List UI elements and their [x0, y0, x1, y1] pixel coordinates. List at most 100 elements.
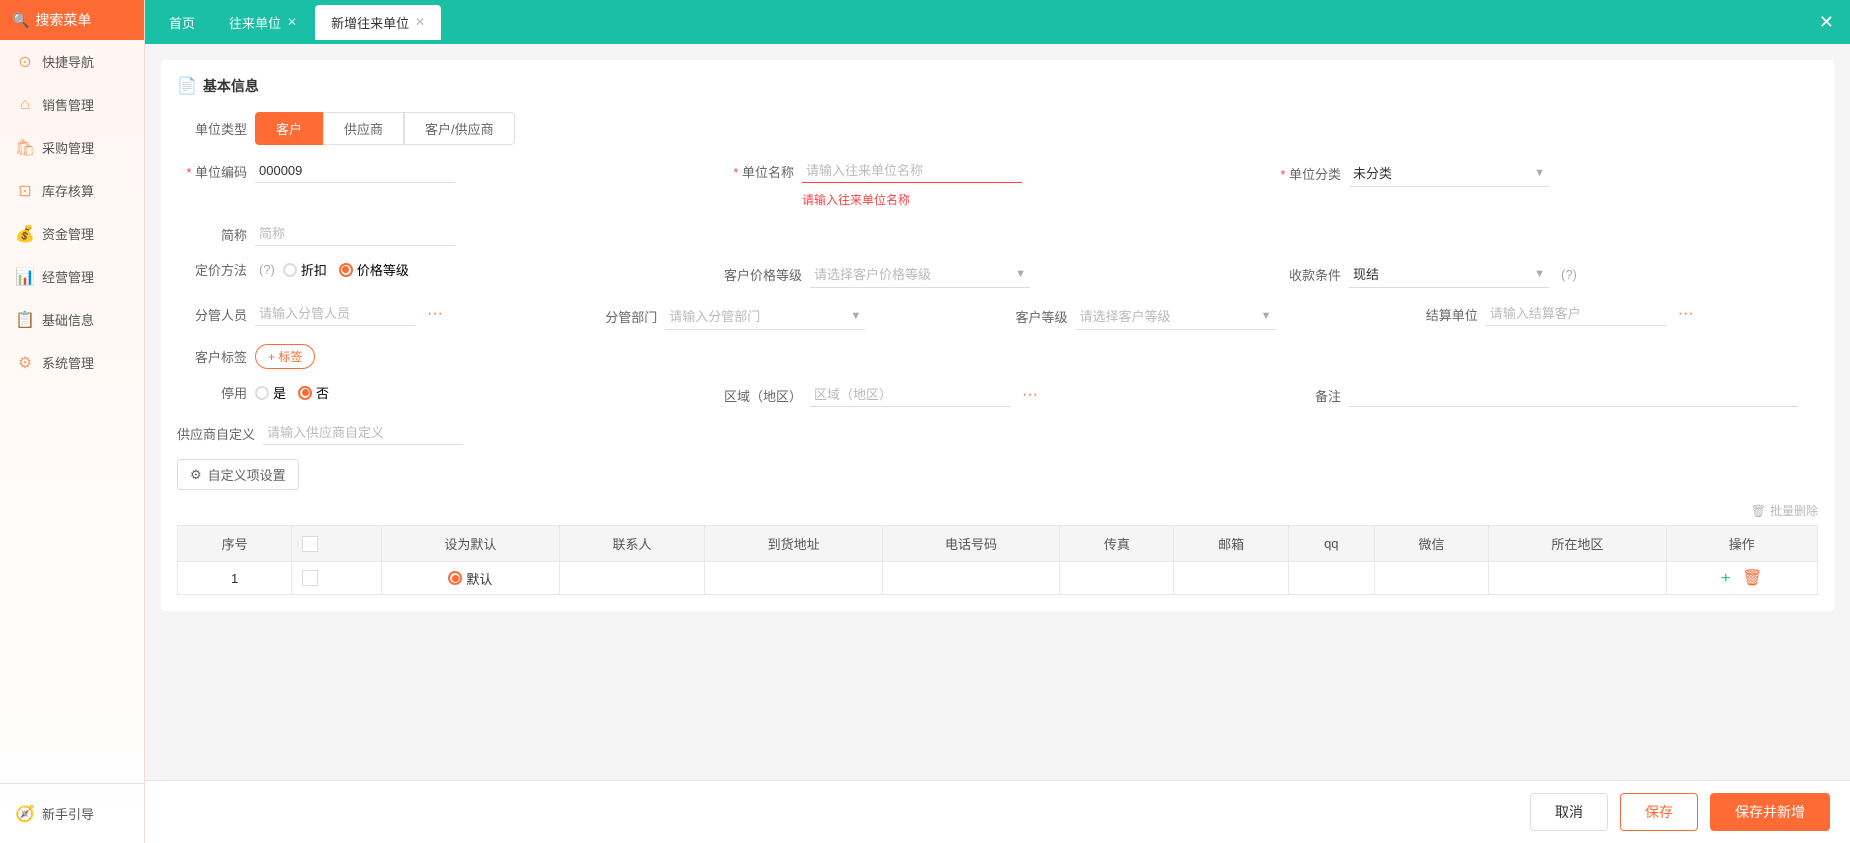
unit-type-label: 单位类型	[177, 119, 247, 138]
col-seq: 序号	[178, 526, 292, 562]
region-input[interactable]	[810, 383, 1010, 407]
tabbar-close-button[interactable]: ✕	[1811, 8, 1842, 37]
customer-price-level-label: 客户价格等级	[724, 265, 802, 284]
purchase-icon: 🛍	[16, 139, 34, 157]
unit-type-row: 单位类型 客户 供应商 客户/供应商	[177, 112, 1818, 145]
manager-label: 分管人员	[177, 305, 247, 324]
col-region: 所在地区	[1489, 526, 1666, 562]
custom-settings-button[interactable]: ⚙ 自定义项设置	[177, 459, 299, 490]
settlement-unit-input[interactable]	[1486, 302, 1666, 326]
pricing-help-icon[interactable]: (?)	[259, 262, 275, 277]
add-tag-button[interactable]: + 标签	[255, 344, 315, 369]
unit-name-error: 请输入往来单位名称	[802, 193, 910, 207]
basic-info-card: 📄 基本信息 单位类型 客户 供应商 客户/供应商 单位编码	[161, 60, 1834, 611]
save-new-button[interactable]: 保存并新增	[1710, 793, 1830, 831]
dept-group: 分管部门 请输入分管部门 ▼	[587, 302, 997, 330]
col-fax: 传真	[1060, 526, 1174, 562]
col-phone: 电话号码	[882, 526, 1059, 562]
batch-delete-label: 批量删除	[1770, 502, 1818, 519]
system-icon: ⚙	[16, 354, 34, 372]
pricing-discount-option[interactable]: 折扣	[283, 260, 327, 279]
payment-terms-label: 收款条件	[1271, 265, 1341, 284]
guide-icon: 🧭	[16, 805, 34, 823]
batch-delete[interactable]: 🗑 批量删除	[177, 502, 1818, 519]
customer-level-select[interactable]: 请选择客户等级 ▼	[1076, 302, 1276, 330]
disabled-yes-option[interactable]: 是	[255, 383, 286, 402]
region-ellipsis[interactable]: ···	[1018, 386, 1042, 404]
col-wechat: 微信	[1374, 526, 1488, 562]
sidebar-item-sales[interactable]: ⌂ 销售管理	[0, 83, 144, 126]
disabled-region-row: 停用 是 否 区域（地区） ···	[177, 383, 1818, 407]
remarks-input[interactable]	[1349, 383, 1798, 407]
unit-category-value: 未分类	[1353, 163, 1534, 182]
unit-name-label: 单位名称	[724, 162, 794, 181]
unit-type-buttons: 客户 供应商 客户/供应商	[255, 112, 515, 145]
sidebar-search[interactable]: 🔍 搜索菜单	[0, 0, 144, 40]
add-row-button[interactable]: +	[1721, 570, 1730, 587]
supplier-custom-label: 供应商自定义	[177, 424, 255, 443]
payment-terms-select[interactable]: 现结 ▼	[1349, 260, 1549, 288]
customer-price-level-placeholder: 请选择客户价格等级	[814, 264, 1015, 283]
sidebar-item-basic-info[interactable]: 📋 基础信息	[0, 298, 144, 341]
row-fax	[1060, 562, 1174, 595]
payment-help-icon[interactable]: (?)	[1561, 267, 1577, 282]
row-default: 默认	[382, 562, 559, 595]
manager-input[interactable]	[255, 302, 415, 326]
del-row-button[interactable]: 🗑	[1742, 570, 1762, 587]
row-default-radio[interactable]: 默认	[392, 569, 548, 588]
dept-select[interactable]: 请输入分管部门 ▼	[665, 302, 865, 330]
tab-home[interactable]: 首页	[153, 5, 211, 40]
supplier-custom-input[interactable]	[263, 421, 463, 445]
finance-icon: 💰	[16, 225, 34, 243]
row-default-label: 默认	[466, 569, 492, 588]
tab-new-partner[interactable]: 新增往来单位 ✕	[315, 5, 441, 40]
sidebar-item-guide[interactable]: 🧭 新手引导	[0, 792, 144, 835]
sidebar-item-finance[interactable]: 💰 资金管理	[0, 212, 144, 255]
pricing-row: 定价方法 (?) 折扣 价格等级 客户价格等级	[177, 260, 1818, 288]
pricing-level-label: 价格等级	[357, 260, 409, 279]
settlement-unit-ellipsis[interactable]: ···	[1674, 305, 1698, 323]
pricing-level-option[interactable]: 价格等级	[339, 260, 409, 279]
unit-name-group: 单位名称 请输入往来单位名称	[724, 159, 1271, 208]
sidebar-item-label: 采购管理	[42, 138, 94, 157]
section-title-text: 基本信息	[203, 76, 259, 96]
tab-new-partner-close[interactable]: ✕	[415, 15, 425, 29]
unit-category-select[interactable]: 未分类 ▼	[1349, 159, 1549, 187]
unit-type-customer[interactable]: 客户	[255, 112, 323, 145]
col-default: 设为默认	[382, 526, 559, 562]
select-all-checkbox[interactable]	[302, 536, 318, 552]
col-email: 邮箱	[1174, 526, 1288, 562]
tab-partner-list-close[interactable]: ✕	[287, 15, 297, 29]
remarks-label: 备注	[1271, 386, 1341, 405]
customer-price-level-chevron: ▼	[1015, 268, 1026, 280]
sidebar-item-inventory[interactable]: ⊡ 库存核算	[0, 169, 144, 212]
payment-terms-value: 现结	[1353, 264, 1534, 283]
sidebar-item-operations[interactable]: 📊 经营管理	[0, 255, 144, 298]
row-actions: + 🗑	[1666, 562, 1817, 595]
pricing-method-label: 定价方法	[177, 260, 247, 279]
sidebar-item-quick-nav[interactable]: ⊙ 快捷导航	[0, 40, 144, 83]
sales-icon: ⌂	[16, 96, 34, 114]
abbr-input[interactable]	[255, 222, 455, 246]
customer-price-level-select[interactable]: 请选择客户价格等级 ▼	[810, 260, 1030, 288]
unit-name-input[interactable]	[802, 159, 1022, 183]
save-button[interactable]: 保存	[1620, 793, 1698, 831]
row-checkbox[interactable]	[292, 562, 382, 595]
row-checkbox-input[interactable]	[302, 570, 318, 586]
tab-new-partner-label: 新增往来单位	[331, 13, 409, 32]
unit-type-both[interactable]: 客户/供应商	[404, 112, 515, 145]
unit-code-input[interactable]	[255, 159, 455, 183]
disabled-no-option[interactable]: 否	[298, 383, 329, 402]
sidebar-item-purchase[interactable]: 🛍 采购管理	[0, 126, 144, 169]
remarks-group: 备注	[1271, 383, 1818, 407]
unit-type-supplier[interactable]: 供应商	[323, 112, 404, 145]
region-group: 区域（地区） ···	[724, 383, 1271, 407]
unit-code-label: 单位编码	[177, 162, 247, 181]
cancel-button[interactable]: 取消	[1530, 793, 1608, 831]
sidebar-item-system[interactable]: ⚙ 系统管理	[0, 341, 144, 384]
tab-partner-list[interactable]: 往来单位 ✕	[213, 5, 313, 40]
manager-ellipsis[interactable]: ···	[423, 305, 447, 323]
col-contact: 联系人	[559, 526, 705, 562]
main-area: 首页 往来单位 ✕ 新增往来单位 ✕ ✕ 📄 基本信息 单位类型 客户	[145, 0, 1850, 843]
page-content: 📄 基本信息 单位类型 客户 供应商 客户/供应商 单位编码	[145, 44, 1850, 780]
